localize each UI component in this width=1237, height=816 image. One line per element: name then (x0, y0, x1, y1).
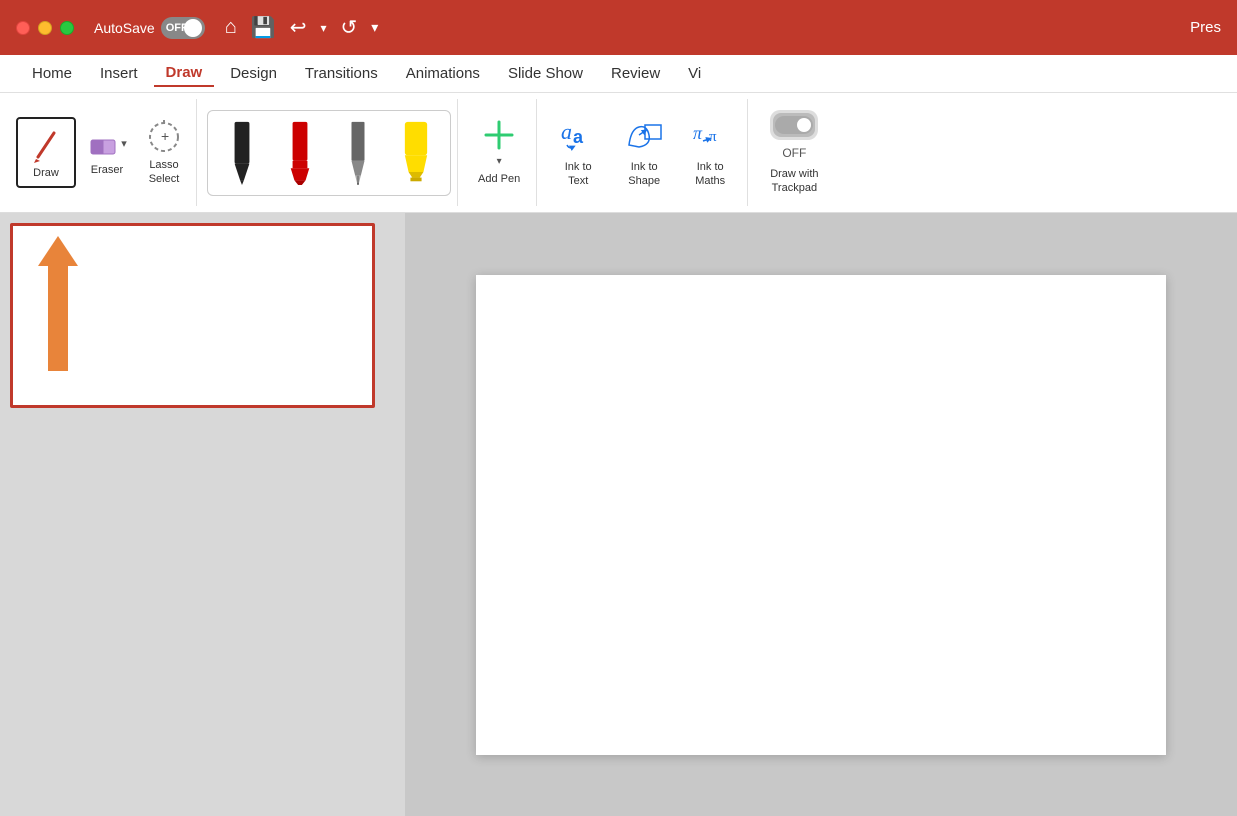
add-pen-button[interactable]: ▾ Add Pen (468, 112, 530, 192)
pen-black[interactable] (216, 116, 268, 189)
menu-home[interactable]: Home (20, 61, 84, 86)
menu-view[interactable]: Vi (676, 61, 713, 86)
close-button[interactable] (16, 21, 30, 35)
menu-transitions[interactable]: Transitions (293, 61, 390, 86)
ink-to-shape-button[interactable]: Ink to Shape (613, 111, 675, 193)
menu-draw[interactable]: Draw (154, 60, 215, 87)
ink-to-maths-button[interactable]: π π Ink to Maths (679, 111, 741, 193)
pen-gray[interactable] (332, 116, 384, 189)
menu-review[interactable]: Review (599, 61, 672, 86)
pen-yellow[interactable] (390, 116, 442, 189)
trackpad-toggle[interactable] (775, 116, 813, 134)
slide-1-container: 1 (10, 223, 395, 408)
svg-text:π: π (709, 129, 717, 145)
maximize-button[interactable] (60, 21, 74, 35)
ink-to-text-button[interactable]: a a Ink to Text (547, 111, 609, 193)
main-content: 1 (0, 213, 1237, 816)
eraser-tool-button[interactable]: ▾ Eraser (78, 99, 136, 206)
ink-to-maths-icon: π π (691, 117, 729, 155)
off-label: OFF (782, 146, 806, 160)
draw-trackpad-label: Draw with Trackpad (770, 168, 818, 194)
ink-to-text-icon: a a (559, 117, 597, 155)
editing-area (405, 213, 1237, 816)
autosave-toggle[interactable]: OFF (161, 17, 205, 39)
slide-1-thumbnail[interactable] (10, 223, 375, 408)
menu-design[interactable]: Design (218, 61, 289, 86)
pen-yellow-icon (396, 120, 436, 185)
draw-tools-group: Draw ▾ Eraser + Lasso Select (10, 99, 197, 206)
menubar: Home Insert Draw Design Transitions Anim… (0, 55, 1237, 93)
pen-red-icon (280, 120, 320, 185)
menu-animations[interactable]: Animations (394, 61, 492, 86)
redo-icon[interactable]: ↺ (341, 15, 358, 40)
ink-to-maths-label: Ink to Maths (695, 161, 725, 187)
titlebar-icons: ⌂ 💾 ↩ ▾ ↺ ▾ (225, 15, 379, 40)
draw-tool-button[interactable]: Draw (16, 117, 76, 188)
svg-text:π: π (693, 123, 703, 143)
add-pen-group: ▾ Add Pen (462, 99, 537, 206)
toggle-knob (184, 19, 202, 37)
add-pen-icon (482, 118, 516, 152)
quick-access-icon[interactable]: ▾ (371, 19, 378, 36)
menu-slideshow[interactable]: Slide Show (496, 61, 595, 86)
autosave-area: AutoSave OFF (94, 17, 205, 39)
ink-to-shape-label: Ink to Shape (628, 161, 660, 187)
pen-red[interactable] (274, 116, 326, 189)
pen-gray-icon (338, 120, 378, 185)
ribbon: Draw ▾ Eraser + Lasso Select (0, 93, 1237, 213)
menu-insert[interactable]: Insert (88, 61, 150, 86)
draw-with-trackpad-button[interactable]: OFF Draw with Trackpad (758, 104, 830, 200)
draw-label: Draw (33, 167, 59, 180)
svg-text:a: a (561, 119, 572, 144)
ink-to-shape-icon (625, 117, 663, 155)
undo-dropdown-icon[interactable]: ▾ (320, 21, 326, 35)
lasso-icon: + (146, 119, 182, 155)
pen-black-icon (222, 120, 262, 185)
add-pen-label: Add Pen (478, 173, 520, 186)
eraser-label: Eraser (91, 164, 123, 177)
draw-trackpad-group: OFF Draw with Trackpad (752, 99, 836, 206)
svg-text:+: + (161, 128, 169, 144)
save-icon[interactable]: 💾 (251, 15, 276, 40)
home-icon[interactable]: ⌂ (225, 16, 237, 39)
pen-picker-group (201, 99, 458, 206)
svg-text:a: a (573, 127, 584, 147)
lasso-select-button[interactable]: + Lasso Select (138, 99, 190, 206)
undo-icon[interactable]: ↩ (290, 15, 307, 40)
eraser-icon (87, 128, 119, 160)
autosave-label: AutoSave (94, 20, 155, 36)
pen-picker (207, 110, 451, 196)
slide-editor[interactable] (476, 275, 1166, 755)
minimize-button[interactable] (38, 21, 52, 35)
ink-tools-group: a a Ink to Text (541, 99, 748, 206)
slides-panel: 1 (0, 213, 405, 816)
eraser-dropdown-arrow[interactable]: ▾ (121, 137, 127, 150)
ink-to-text-label: Ink to Text (565, 161, 592, 187)
draw-icon (28, 125, 64, 165)
lasso-label: Lasso Select (149, 159, 180, 185)
app-title: Pres (1190, 19, 1221, 36)
titlebar: AutoSave OFF ⌂ 💾 ↩ ▾ ↺ ▾ Pres (0, 0, 1237, 55)
orange-arrow-annotation (18, 231, 98, 391)
traffic-lights (16, 21, 74, 35)
